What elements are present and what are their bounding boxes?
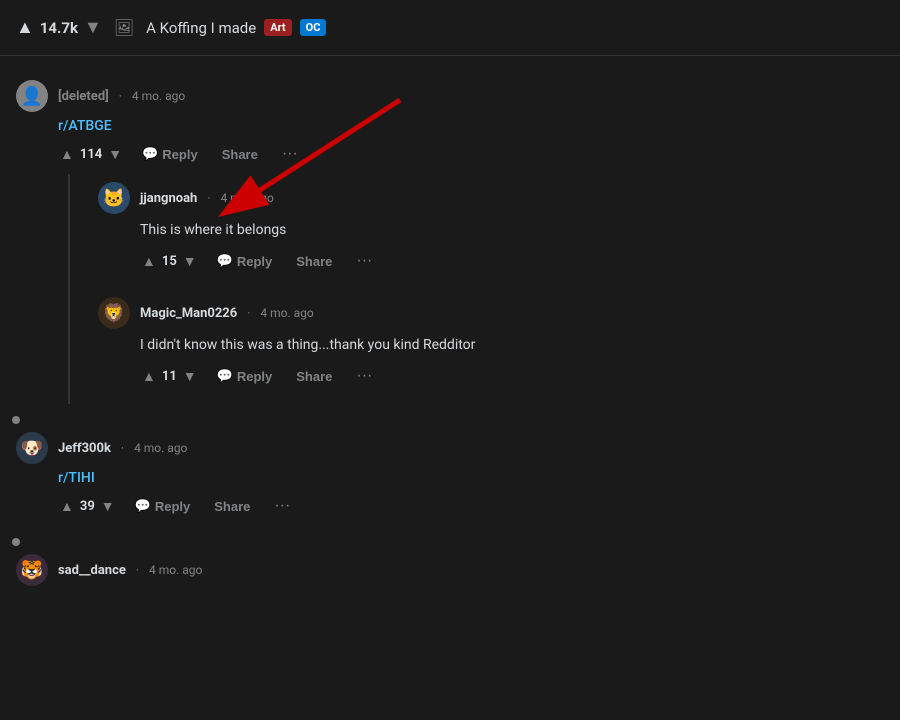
top-bar: ▲ 14.7k ▼ 🖼 A Koffing I made Art OC (0, 0, 900, 56)
reply-btn-jeff300k[interactable]: 💬 Reply (129, 495, 197, 517)
comment-body-deleted: r/ATBGE (58, 118, 884, 134)
actions-jjangnoah: ▲ 15 ▼ 💬 Reply Share ··· (140, 249, 868, 273)
upvote-btn-magic-man[interactable]: ▲ (140, 366, 158, 386)
comment-header-magic-man: 🦁 Magic_Man0226 · 4 mo. ago (98, 297, 868, 329)
share-btn-jeff300k[interactable]: Share (208, 496, 256, 517)
comment-header-deleted: 👤 [deleted] · 4 mo. ago (16, 80, 884, 112)
share-btn-jjangnoah[interactable]: Share (290, 251, 338, 272)
flair-art: Art (264, 19, 291, 36)
upvote-icon[interactable]: ▲ (16, 17, 34, 38)
vote-row-magic-man[interactable]: ▲ 11 ▼ (140, 366, 199, 386)
vote-count-magic-man: 11 (162, 369, 177, 384)
more-btn-jjangnoah[interactable]: ··· (350, 249, 378, 273)
reply-icon-jjangnoah: 💬 (217, 253, 233, 269)
vote-row-jjangnoah[interactable]: ▲ 15 ▼ (140, 251, 199, 271)
actions-jeff300k: ▲ 39 ▼ 💬 Reply Share ··· (58, 494, 884, 518)
username-sad-dance[interactable]: sad__dance (58, 563, 126, 578)
downvote-btn-jeff300k[interactable]: ▼ (99, 496, 117, 516)
action-row-deleted: ▲ 114 ▼ 💬 Reply Share ··· (58, 142, 884, 166)
timestamp-jeff300k: 4 mo. ago (134, 441, 187, 455)
upvote-btn-deleted[interactable]: ▲ (58, 144, 76, 164)
vote-count-deleted: 114 (80, 147, 102, 162)
actions-deleted: ▲ 114 ▼ 💬 Reply Share ··· (58, 142, 884, 166)
subreddit-link-atbge[interactable]: r/ATBGE (58, 118, 112, 134)
upvote-btn-jeff300k[interactable]: ▲ (58, 496, 76, 516)
comment-body-jjangnoah: This is where it belongs ▲ 15 ▼ 💬 Reply (140, 220, 868, 273)
avatar-jjangnoah: 🐱 (98, 182, 130, 214)
username-deleted[interactable]: [deleted] (58, 89, 109, 104)
comment-header-jjangnoah: 🐱 jjangnoah · 4 mo. ago (98, 182, 868, 214)
reply-icon-deleted: 💬 (142, 146, 158, 162)
downvote-btn-magic-man[interactable]: ▼ (181, 366, 199, 386)
comments-section: 👤 [deleted] · 4 mo. ago r/ATBGE ▲ 114 ▼ … (0, 56, 900, 616)
username-jjangnoah[interactable]: jjangnoah (140, 191, 197, 206)
comment-deleted: 👤 [deleted] · 4 mo. ago r/ATBGE ▲ 114 ▼ … (0, 72, 900, 412)
reply-icon-magic-man: 💬 (217, 368, 233, 384)
comment-sad-dance: 🐯 sad__dance · 4 mo. ago (0, 542, 900, 600)
comment-body-magic-man: I didn't know this was a thing...thank y… (140, 335, 868, 388)
downvote-icon[interactable]: ▼ (84, 17, 102, 38)
share-btn-deleted[interactable]: Share (216, 144, 264, 165)
actions-magic-man: ▲ 11 ▼ 💬 Reply Share ··· (140, 364, 868, 388)
flair-oc: OC (300, 19, 327, 36)
downvote-btn-jjangnoah[interactable]: ▼ (181, 251, 199, 271)
avatar-deleted: 👤 (16, 80, 48, 112)
timestamp-deleted: · (119, 89, 122, 103)
vote-row-deleted[interactable]: ▲ 114 ▼ (58, 144, 124, 164)
avatar-icon-deleted: 👤 (21, 86, 43, 107)
comment-magic-man: 🦁 Magic_Man0226 · 4 mo. ago I didn't kno… (82, 289, 884, 404)
more-btn-magic-man[interactable]: ··· (350, 364, 378, 388)
upvote-btn-jjangnoah[interactable]: ▲ (140, 251, 158, 271)
more-btn-jeff300k[interactable]: ··· (268, 494, 296, 518)
avatar-sad-dance: 🐯 (16, 554, 48, 586)
reply-btn-jjangnoah[interactable]: 💬 Reply (211, 250, 279, 272)
share-btn-magic-man[interactable]: Share (290, 366, 338, 387)
avatar-jeff300k: 🐶 (16, 432, 48, 464)
vote-count-jeff300k: 39 (80, 499, 95, 514)
more-btn-deleted[interactable]: ··· (276, 142, 304, 166)
reply-btn-magic-man[interactable]: 💬 Reply (211, 365, 279, 387)
gallery-icon: 🖼 (114, 18, 134, 37)
username-magic-man[interactable]: Magic_Man0226 (140, 306, 237, 321)
comment-header-jeff300k: 🐶 Jeff300k · 4 mo. ago (16, 432, 884, 464)
comment-body-jeff300k: r/TIHI (58, 470, 884, 486)
vote-row-jeff300k[interactable]: ▲ 39 ▼ (58, 496, 117, 516)
comment-text-jjangnoah: This is where it belongs (140, 220, 868, 241)
timestamp-sad-dance: 4 mo. ago (149, 563, 202, 577)
timestamp-magic-man: 4 mo. ago (260, 306, 313, 320)
downvote-btn-deleted[interactable]: ▼ (106, 144, 124, 164)
reply-btn-deleted[interactable]: 💬 Reply (136, 143, 204, 165)
subreddit-link-tihi[interactable]: r/TIHI (58, 470, 95, 486)
comment-jeff300k: 🐶 Jeff300k · 4 mo. ago r/TIHI ▲ 39 ▼ 💬 R… (0, 420, 900, 534)
post-title: A Koffing I made Art OC (146, 19, 326, 37)
avatar-magic-man: 🦁 (98, 297, 130, 329)
comment-header-sad-dance: 🐯 sad__dance · 4 mo. ago (16, 554, 884, 586)
username-jeff300k[interactable]: Jeff300k (58, 441, 111, 456)
timestamp-jjangnoah: 4 mo. ago (220, 191, 273, 205)
action-row-jeff300k: ▲ 39 ▼ 💬 Reply Share ··· (58, 494, 884, 518)
comment-text-magic-man: I didn't know this was a thing...thank y… (140, 335, 868, 356)
post-vote-area[interactable]: ▲ 14.7k ▼ (16, 17, 102, 38)
nested-comments: 🐱 jjangnoah · 4 mo. ago This is where it… (68, 174, 884, 404)
post-vote-count: 14.7k (40, 19, 78, 37)
timestamp-deleted-time: 4 mo. ago (132, 89, 185, 103)
vote-count-jjangnoah: 15 (162, 254, 177, 269)
comment-jjangnoah: 🐱 jjangnoah · 4 mo. ago This is where it… (82, 174, 884, 289)
reply-icon-jeff300k: 💬 (135, 498, 151, 514)
